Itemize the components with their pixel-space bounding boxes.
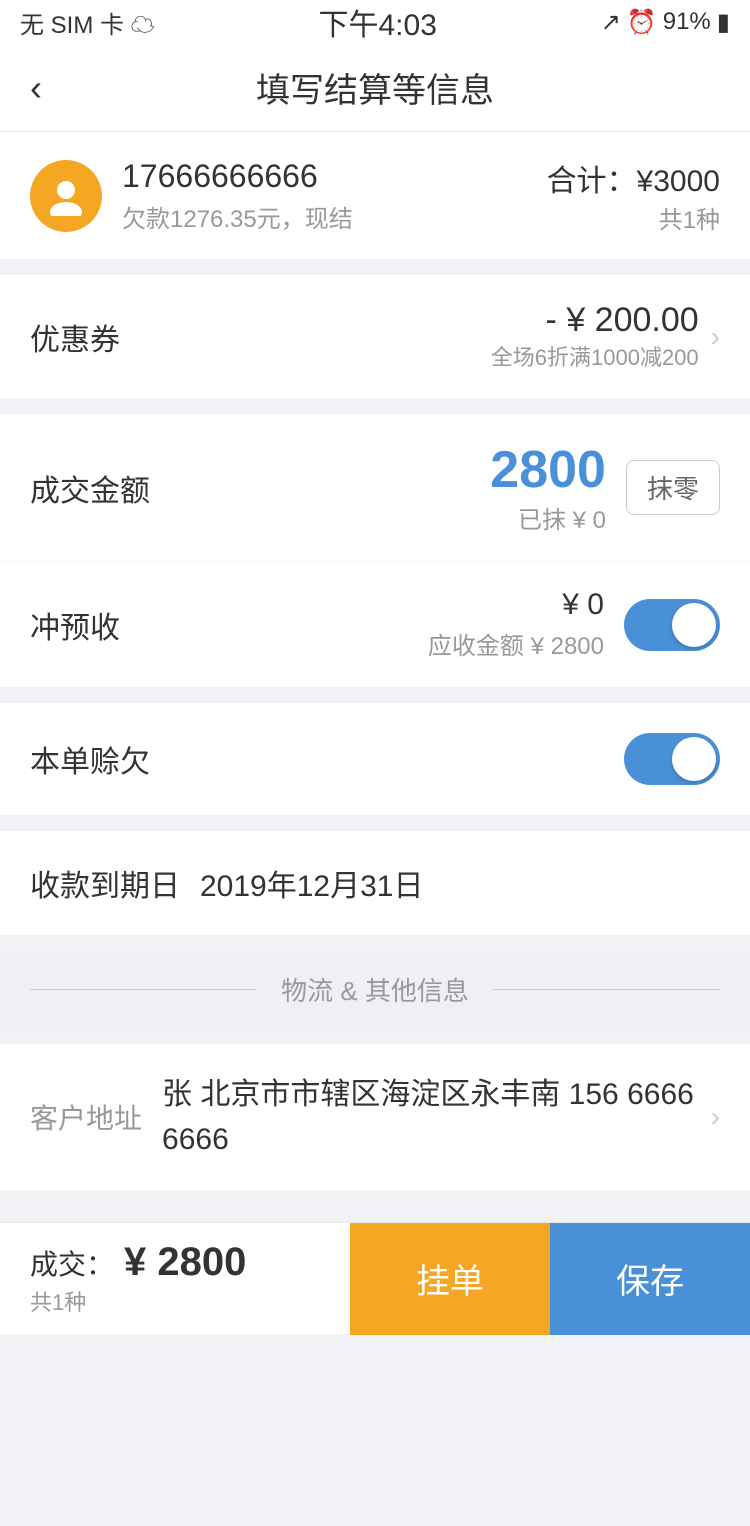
prepaid-receivable: 应收金额 ¥ 2800 (428, 626, 604, 661)
deal-amount-value: 2800 (490, 440, 606, 500)
prepaid-info: ¥ 0 应收金额 ¥ 2800 (428, 588, 604, 661)
debt-row: 本单赊欠 (0, 703, 750, 815)
debt-label: 本单赊欠 (30, 737, 150, 781)
round-off-button[interactable]: 抹零 (626, 460, 720, 515)
debt-toggle[interactable] (624, 733, 720, 785)
deal-amount-section: 成交金额 2800 已抹 ¥ 0 抹零 冲预收 ¥ 0 应收金额 ¥ 2800 (0, 414, 750, 687)
battery-icon: ▮ (717, 8, 730, 37)
location-icon: ↗ (601, 8, 621, 37)
coupon-right: - ¥ 200.00 全场6折满1000减200 › (491, 301, 720, 372)
bottom-bar: 成交： ¥ 2800 共1种 挂单 保存 (0, 1222, 750, 1334)
bottom-summary: 成交： ¥ 2800 共1种 (0, 1240, 350, 1317)
alarm-icon: ⏰ (627, 8, 657, 37)
address-row[interactable]: 客户地址 张 北京市市辖区海淀区永丰南 156 6666 6666 › (0, 1044, 750, 1190)
total-amount: 合计：¥3000 (547, 156, 720, 200)
status-left: 无 SIM 卡 ☁ (20, 5, 155, 40)
status-time: 下午4:03 (319, 0, 437, 44)
status-bar: 无 SIM 卡 ☁ 下午4:03 ↗ ⏰ 91% ▮ (0, 0, 750, 44)
divider-right (493, 989, 720, 990)
bottom-deal-amount: ¥ 2800 (124, 1240, 246, 1285)
sim-label: 无 SIM 卡 ☁ (20, 5, 155, 40)
prepaid-amount: ¥ 0 (562, 588, 604, 622)
customer-info-row: 17666666666 欠款1276.35元，现结 合计：¥3000 共1种 (0, 132, 750, 259)
deal-amount-row: 成交金额 2800 已抹 ¥ 0 抹零 (0, 414, 750, 562)
logistics-divider: 物流 & 其他信息 (0, 951, 750, 1028)
logistics-label: 物流 & 其他信息 (281, 971, 469, 1008)
page-title: 填写结算等信息 (256, 63, 494, 112)
prepaid-row: 冲预收 ¥ 0 应收金额 ¥ 2800 (0, 562, 750, 687)
coupon-arrow-icon: › (711, 321, 720, 353)
divider-left (30, 989, 257, 990)
address-label: 客户地址 (30, 1097, 142, 1137)
avatar (30, 160, 102, 232)
save-button[interactable]: 保存 (550, 1223, 750, 1335)
deal-amount-sub: 已抹 ¥ 0 (490, 500, 606, 535)
bottom-deal-row: 成交： ¥ 2800 (30, 1240, 320, 1285)
coupon-row[interactable]: 优惠券 - ¥ 200.00 全场6折满1000减200 › (0, 275, 750, 398)
coupon-desc: 全场6折满1000减200 (491, 340, 699, 372)
bottom-deal-label: 成交： (30, 1243, 114, 1283)
battery-label: 91% (663, 8, 711, 36)
duedate-label: 收款到期日 (30, 861, 180, 905)
duedate-row: 收款到期日 2019年12月31日 (0, 831, 750, 935)
bottom-count: 共1种 (30, 1285, 320, 1317)
customer-debt: 欠款1276.35元，现结 (122, 199, 353, 234)
duedate-value: 2019年12月31日 (200, 861, 423, 905)
prepaid-toggle[interactable] (624, 599, 720, 651)
back-button[interactable]: ‹ (30, 67, 42, 109)
deal-amount-right: 2800 已抹 ¥ 0 抹零 (490, 440, 720, 535)
total-count: 共1种 (547, 200, 720, 235)
customer-details: 17666666666 欠款1276.35元，现结 (122, 158, 353, 234)
coupon-label: 优惠券 (30, 315, 120, 359)
customer-right: 合计：¥3000 共1种 (547, 156, 720, 235)
prepaid-label: 冲预收 (30, 603, 120, 647)
address-value: 张 北京市市辖区海淀区永丰南 156 6666 6666 (162, 1072, 711, 1162)
prepaid-right: ¥ 0 应收金额 ¥ 2800 (428, 588, 720, 661)
customer-left: 17666666666 欠款1276.35元，现结 (30, 158, 353, 234)
coupon-discount: - ¥ 200.00 (491, 301, 699, 340)
address-arrow-icon: › (711, 1101, 720, 1133)
nav-bar: ‹ 填写结算等信息 (0, 44, 750, 132)
customer-phone: 17666666666 (122, 158, 353, 195)
deal-amount-label: 成交金额 (30, 466, 150, 510)
status-right: ↗ ⏰ 91% ▮ (601, 8, 730, 37)
hang-button[interactable]: 挂单 (350, 1223, 550, 1335)
